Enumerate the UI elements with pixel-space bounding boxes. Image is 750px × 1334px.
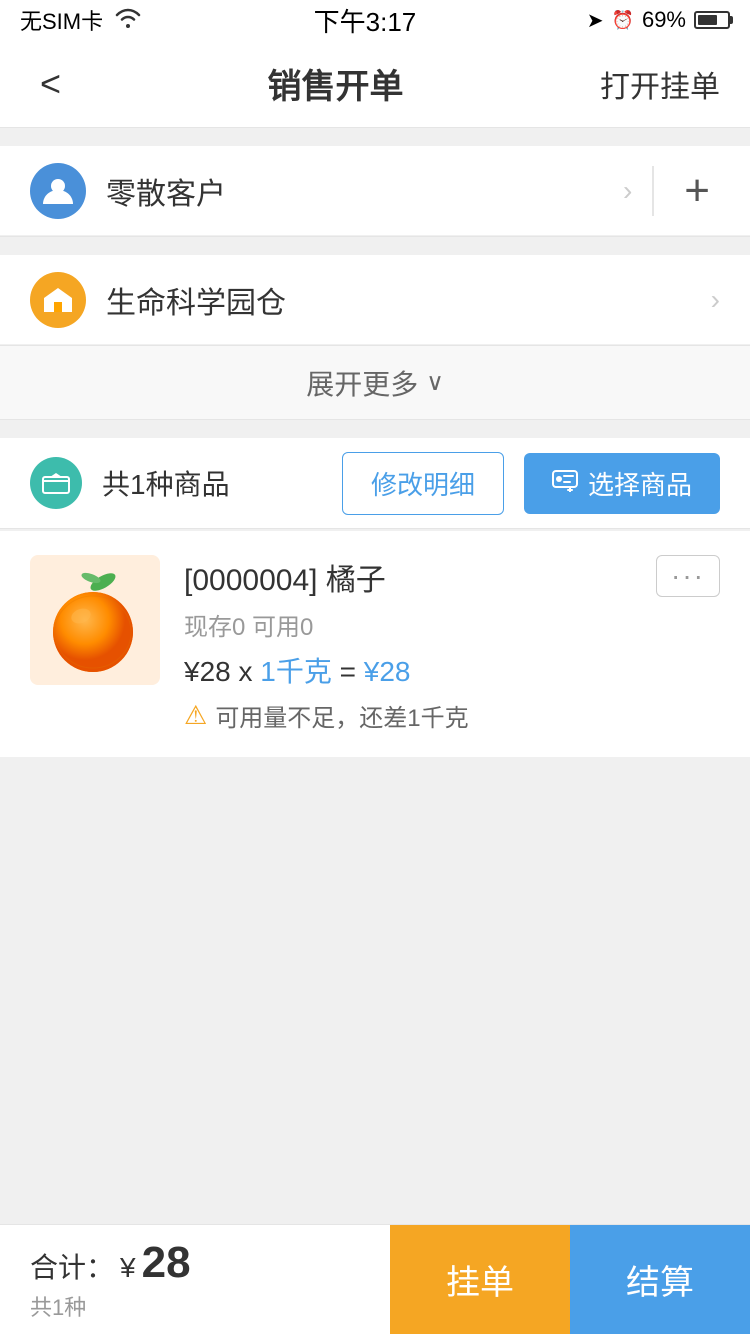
alarm-icon: ⏰ [612,10,634,31]
customer-row[interactable]: 零散客户 › + [0,146,750,236]
total-sub-text: 共1种 [30,1290,360,1322]
battery-icon [694,11,730,29]
product-image [30,555,160,685]
product-price-row: ¥28 x 1千克 = ¥28 [184,650,720,690]
content-background [0,758,750,1288]
expand-arrow-icon: ∨ [426,368,444,397]
product-section-header: 共1种商品 修改明细 选择商品 [0,438,750,528]
select-product-icon [552,468,578,499]
row-divider [652,166,654,216]
modify-detail-button[interactable]: 修改明细 [342,452,504,515]
bottom-bar: 合计： ¥ 28 共1种 挂单 结算 [0,1224,750,1334]
status-bar-right: ➤ ⏰ 69% [587,7,730,33]
select-product-label: 选择商品 [588,465,692,502]
total-currency: ¥ [120,1252,136,1284]
customer-arrow-icon: › [623,175,632,207]
total-section: 合计： ¥ 28 共1种 [0,1225,390,1334]
product-count-label: 共1种商品 [102,463,322,503]
location-icon: ➤ [587,8,604,33]
page-title: 销售开单 [268,59,404,108]
equals-sign: = [340,656,364,687]
warehouse-arrow-icon: › [711,284,720,316]
add-customer-button[interactable]: + [674,166,720,216]
open-hang-button[interactable]: 打开挂单 [600,62,720,106]
product-section-icon [30,457,82,509]
expand-more-button[interactable]: 展开更多 ∨ [0,346,750,420]
carrier-text: 无SIM卡 [20,4,103,36]
battery-text: 69% [642,7,686,33]
product-card-inner: [0000004] 橘子 现存0 可用0 ¥28 x 1千克 = ¥28 ⚠ 可… [30,555,720,733]
warning-text: 可用量不足，还差1千克 [215,698,468,733]
customer-icon [30,163,86,219]
total-amount: 28 [142,1238,191,1288]
multiply-sign: x [239,656,261,687]
warning-icon: ⚠ [184,700,207,731]
warehouse-icon [30,272,86,328]
mid-divider-1 [0,237,750,255]
nav-bar: < 销售开单 打开挂单 [0,40,750,128]
product-divider [0,528,750,529]
product-info: [0000004] 橘子 现存0 可用0 ¥28 x 1千克 = ¥28 ⚠ 可… [184,555,720,733]
back-button[interactable]: < [30,53,71,115]
status-bar-left: 无SIM卡 [20,4,143,36]
checkout-button[interactable]: 结算 [570,1225,750,1334]
section-divider [0,420,750,438]
customer-name: 零散客户 [106,169,623,213]
expand-more-label: 展开更多 [306,363,418,403]
status-bar: 无SIM卡 下午3:17 ➤ ⏰ 69% [0,0,750,40]
product-stock: 现存0 可用0 [184,607,720,642]
warehouse-row[interactable]: 生命科学园仓 › [0,255,750,345]
product-name: [0000004] 橘子 [184,555,720,599]
product-more-button[interactable]: ··· [656,555,720,597]
product-total-price: ¥28 [364,656,411,687]
total-label-text: 合计： [30,1246,114,1286]
hang-order-button[interactable]: 挂单 [390,1225,570,1334]
select-product-button[interactable]: 选择商品 [524,453,720,514]
product-unit-price: ¥28 [184,656,231,687]
product-warning: ⚠ 可用量不足，还差1千克 [184,698,720,733]
status-bar-time: 下午3:17 [314,2,417,39]
product-card: [0000004] 橘子 现存0 可用0 ¥28 x 1千克 = ¥28 ⚠ 可… [0,531,750,758]
warehouse-name: 生命科学园仓 [106,278,711,322]
wifi-icon [113,6,143,34]
total-label: 合计： ¥ 28 [30,1238,360,1288]
product-code: [0000004] [184,564,317,597]
product-quantity: 1千克 [260,656,332,687]
top-divider [0,128,750,146]
